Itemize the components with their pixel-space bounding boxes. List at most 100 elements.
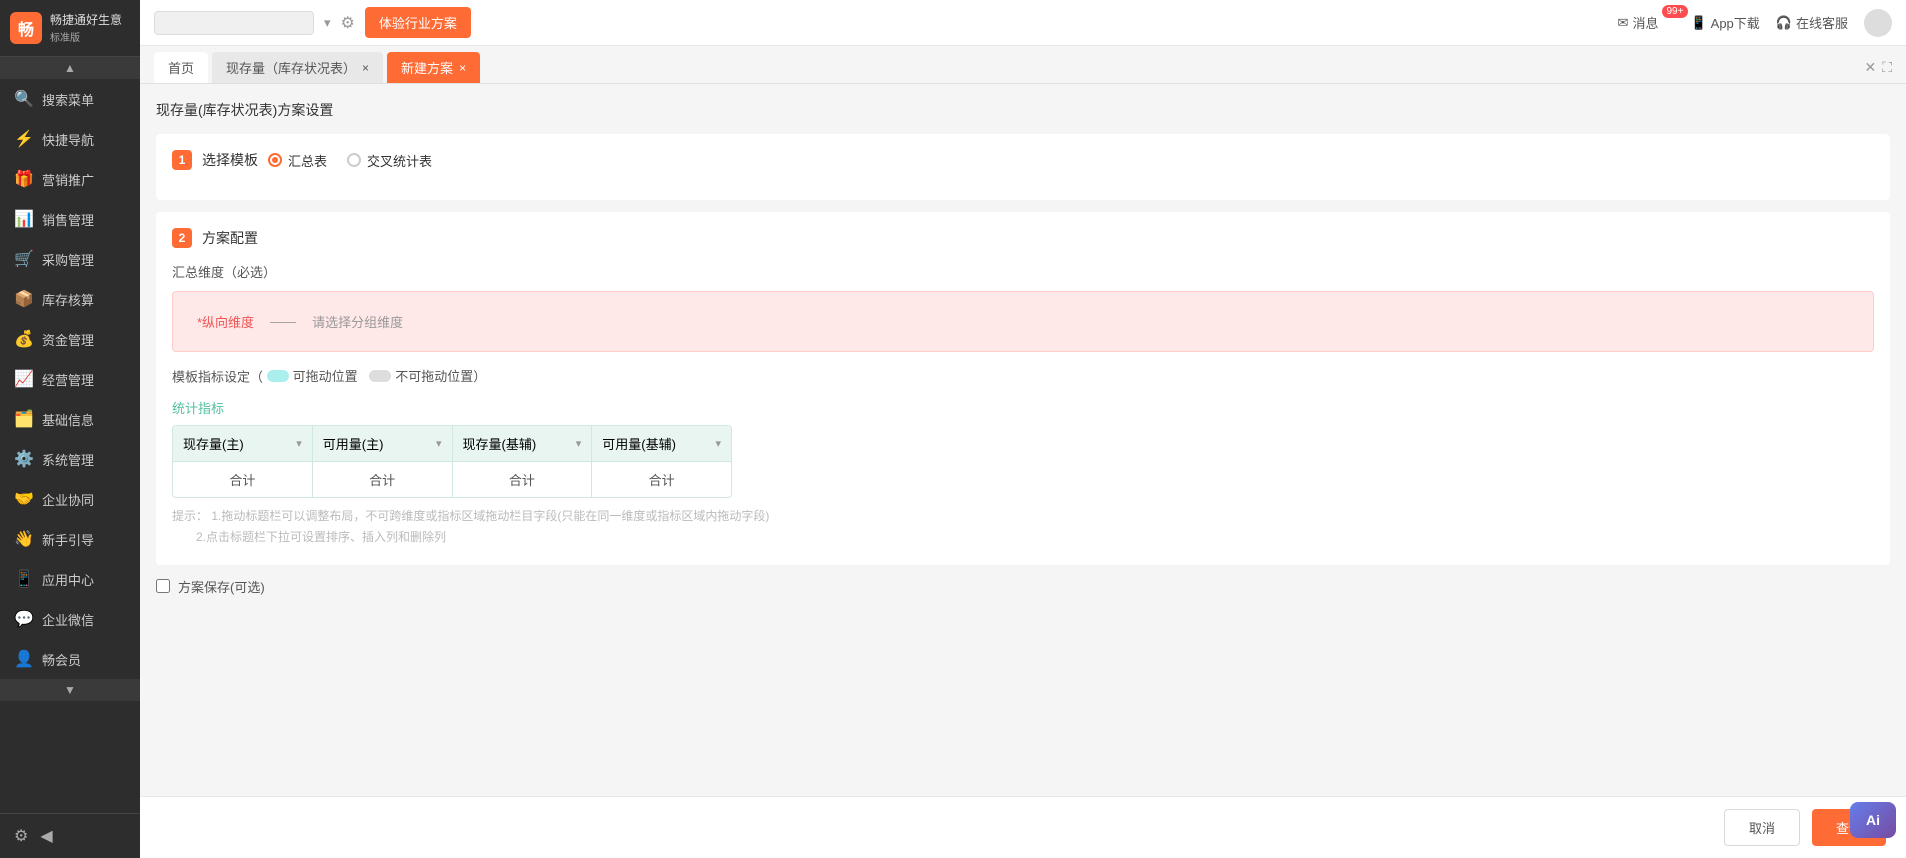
money-icon: 💰	[14, 329, 34, 349]
settings-btn[interactable]: ⚙	[10, 822, 32, 850]
radio-summary[interactable]: 汇总表	[268, 151, 327, 170]
sidebar-item-label: 基础信息	[42, 410, 94, 429]
collapse-btn[interactable]: ◀	[36, 822, 56, 850]
trend-icon: 📈	[14, 369, 34, 389]
sidebar-item-label: 销售管理	[42, 210, 94, 229]
stats-title: 统计指标	[172, 398, 1874, 417]
col-label-2: 现存量(基辅)	[463, 434, 537, 453]
wave-icon: 👋	[14, 529, 34, 549]
sidebar-item-search[interactable]: 🔍 搜索菜单	[0, 79, 140, 119]
ai-button[interactable]: Ai	[1850, 802, 1896, 838]
sidebar-footer: ⚙ ◀	[0, 813, 140, 858]
cancel-button[interactable]: 取消	[1724, 809, 1800, 846]
col-header-3[interactable]: 可用量(基辅) ▾	[592, 426, 731, 461]
sidebar-item-label: 企业微信	[42, 610, 94, 629]
sidebar-item-label: 搜索菜单	[42, 90, 94, 109]
sidebar-item-system[interactable]: ⚙️ 系统管理	[0, 439, 140, 479]
headset-icon: 🎧	[1776, 15, 1792, 31]
settings-icon[interactable]: ⚙	[341, 13, 355, 33]
app-download-label: App下载	[1711, 13, 1760, 32]
sidebar-item-label: 系统管理	[42, 450, 94, 469]
message-label: 消息	[1632, 13, 1658, 32]
toggle-movable[interactable]	[267, 370, 289, 382]
col-header-1[interactable]: 可用量(主) ▾	[313, 426, 453, 461]
sidebar-item-basic[interactable]: 🗂️ 基础信息	[0, 399, 140, 439]
tab-new-plan[interactable]: 新建方案 ×	[387, 52, 480, 83]
folder-icon: 🗂️	[14, 409, 34, 429]
sidebar-item-label: 资金管理	[42, 330, 94, 349]
radio-crosstab[interactable]: 交叉统计表	[347, 151, 432, 170]
app-logo: 畅 畅捷通好生意 标准版	[0, 0, 140, 57]
step1-section: 1 选择模板 汇总表 交叉统计表	[156, 134, 1890, 200]
tab-controls: ✕ ⛶	[1864, 59, 1892, 76]
tab-new-plan-close-icon[interactable]: ×	[459, 61, 466, 75]
step2-title: 方案配置	[202, 228, 258, 248]
sidebar-item-sales[interactable]: 📊 销售管理	[0, 199, 140, 239]
toggle-fixed[interactable]	[369, 370, 391, 382]
message-btn[interactable]: ✉ 消息 99+	[1618, 13, 1675, 32]
sidebar-item-label: 营销推广	[42, 170, 94, 189]
sidebar-item-wechat[interactable]: 💬 企业微信	[0, 599, 140, 639]
chart-icon: 📊	[14, 209, 34, 229]
sidebar-item-enterprise[interactable]: 🤝 企业协同	[0, 479, 140, 519]
sidebar-item-nav[interactable]: ⚡ 快捷导航	[0, 119, 140, 159]
tab-close-btn[interactable]: ✕	[1864, 59, 1876, 76]
service-btn[interactable]: 🎧 在线客服	[1776, 13, 1848, 32]
message-icon: ✉	[1618, 15, 1629, 31]
sidebar-item-finance[interactable]: 💰 资金管理	[0, 319, 140, 359]
service-label: 在线客服	[1796, 13, 1848, 32]
template-radio-group: 汇总表 交叉统计表	[268, 151, 432, 170]
sidebar-item-label: 采购管理	[42, 250, 94, 269]
col-label-3: 可用量(基辅)	[602, 434, 676, 453]
col-chevron-0[interactable]: ▾	[296, 437, 302, 450]
search-input[interactable]	[154, 11, 314, 35]
tab-new-plan-label: 新建方案	[401, 58, 453, 77]
tips-section: 提示： 1.拖动标题栏可以调整布局，不可跨维度或指标区域拖动栏目字段(只能在同一…	[172, 506, 1874, 549]
cart-icon: 🛒	[14, 249, 34, 269]
stats-table: 现存量(主) ▾ 可用量(主) ▾ 现存量(基辅) ▾ 可用量(基辅)	[172, 425, 732, 498]
tab-expand-btn[interactable]: ⛶	[1882, 59, 1892, 76]
phone-icon: 📱	[1690, 15, 1706, 31]
sidebar-item-label: 应用中心	[42, 570, 94, 589]
gear-icon: ⚙️	[14, 449, 34, 469]
lightning-icon: ⚡	[14, 129, 34, 149]
sidebar-item-newbie[interactable]: 👋 新手引导	[0, 519, 140, 559]
sidebar-item-purchase[interactable]: 🛒 采购管理	[0, 239, 140, 279]
user-icon: 👤	[14, 649, 34, 669]
tab-inventory[interactable]: 现存量（库存状况表） ×	[212, 52, 383, 83]
dimension-section-label: 汇总维度（必选）	[172, 262, 1874, 281]
save-checkbox[interactable]	[156, 579, 170, 593]
app-download-btn[interactable]: 📱 App下载	[1690, 13, 1759, 32]
trial-btn[interactable]: 体验行业方案	[365, 7, 471, 38]
logo-icon: 畅	[10, 12, 42, 44]
gift-icon: 🎁	[14, 169, 34, 189]
tab-inventory-close-icon[interactable]: ×	[362, 61, 369, 75]
save-label: 方案保存(可选)	[178, 577, 265, 596]
sidebar-item-marketing[interactable]: 🎁 营销推广	[0, 159, 140, 199]
col-chevron-3[interactable]: ▾	[715, 437, 721, 450]
content-area: 现存量(库存状况表)方案设置 1 选择模板 汇总表 交叉统计表	[140, 84, 1906, 796]
radio-summary-label: 汇总表	[288, 151, 327, 170]
col-chevron-2[interactable]: ▾	[576, 437, 582, 450]
sidebar-item-inventory[interactable]: 📦 库存核算	[0, 279, 140, 319]
dimension-box[interactable]: *纵向维度 —— 请选择分组维度	[172, 291, 1874, 352]
stats-table-row: 合计 合计 合计 合计	[173, 461, 731, 497]
sidebar-scroll-up[interactable]: ▲	[0, 57, 140, 79]
sidebar-item-member[interactable]: 👤 畅会员	[0, 639, 140, 679]
tips-item2: 2.点击标题栏下拉可设置排序、插入列和删除列	[196, 530, 446, 544]
sidebar-scroll-down[interactable]: ▼	[0, 679, 140, 701]
dropdown-chevron-icon[interactable]: ▾	[324, 15, 331, 31]
sidebar-item-operation[interactable]: 📈 经营管理	[0, 359, 140, 399]
sidebar-item-apps[interactable]: 📱 应用中心	[0, 559, 140, 599]
tab-home[interactable]: 首页	[154, 52, 208, 83]
topbar: ▾ ⚙ 体验行业方案 ✉ 消息 99+ 📱 App下载 🎧 在线客服	[140, 0, 1906, 46]
col-header-2[interactable]: 现存量(基辅) ▾	[453, 426, 593, 461]
save-row: 方案保存(可选)	[156, 577, 1890, 596]
col-chevron-1[interactable]: ▾	[436, 437, 442, 450]
avatar[interactable]	[1864, 9, 1892, 37]
page-title: 现存量(库存状况表)方案设置	[156, 100, 1890, 120]
search-icon: 🔍	[14, 89, 34, 109]
col-header-0[interactable]: 现存量(主) ▾	[173, 426, 313, 461]
app-edition: 标准版	[50, 29, 122, 44]
mobile-icon: 📱	[14, 569, 34, 589]
